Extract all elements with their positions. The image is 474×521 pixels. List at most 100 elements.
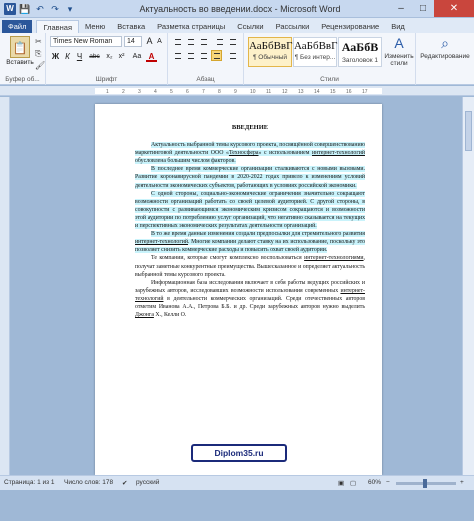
ruler-tick: 14: [314, 89, 320, 95]
tab-insert[interactable]: Вставка: [111, 20, 151, 33]
minimize-button[interactable]: –: [390, 0, 412, 17]
tab-file[interactable]: Файл: [2, 20, 33, 33]
editing-button[interactable]: ⌕ Редактирование: [420, 35, 470, 60]
styles-group: АаБбВвГ ¶ Обычный АаБбВвГ ¶ Без интер...…: [244, 33, 416, 85]
style-heading-1[interactable]: АаБбВ Заголовок 1: [338, 37, 382, 67]
style-normal-preview: АаБбВвГ: [249, 40, 293, 52]
scrollbar-thumb[interactable]: [465, 111, 472, 151]
p1-part-c: обусловлена большим числом факторов.: [135, 158, 236, 165]
bold-button[interactable]: Ж: [50, 51, 61, 62]
increase-indent-icon[interactable]: [227, 36, 238, 47]
tab-page-layout[interactable]: Разметка страницы: [151, 20, 231, 33]
strikethrough-button[interactable]: abc: [87, 51, 102, 62]
paragraph-3: С одной стороны, социально-экономические…: [135, 190, 365, 230]
bullets-icon[interactable]: [172, 36, 183, 47]
numbering-glyph: [188, 39, 194, 45]
change-case-button[interactable]: Аа: [130, 51, 144, 62]
zoom-in-button[interactable]: +: [460, 479, 464, 486]
ruler-tick: 5: [170, 89, 173, 95]
close-button[interactable]: ✕: [434, 0, 474, 17]
align-right-icon[interactable]: [198, 50, 209, 61]
justify-icon[interactable]: [211, 50, 222, 61]
paragraph-6: Информационная база исследования включае…: [135, 279, 365, 319]
word-logo-icon[interactable]: W: [4, 3, 16, 15]
view-full-screen-icon[interactable]: ▢: [350, 479, 356, 487]
align-left-icon[interactable]: [172, 50, 183, 61]
style-normal[interactable]: АаБбВвГ ¶ Обычный: [248, 37, 292, 67]
paste-button[interactable]: 📋 Вставить: [6, 36, 34, 66]
p5-part-a: Те компании, которые смогут комплексно в…: [151, 255, 305, 262]
align-center-icon[interactable]: [185, 50, 196, 61]
zoom-out-button[interactable]: −: [386, 479, 390, 486]
horizontal-ruler[interactable]: 1 2 3 4 5 6 7 8 9 10 11 12 13 14 15 16 17: [0, 86, 474, 96]
copy-icon[interactable]: ⎘: [35, 49, 41, 59]
multilevel-list-icon[interactable]: [198, 36, 209, 47]
change-styles-button[interactable]: A Изменить стили: [383, 35, 415, 67]
zoom-slider-thumb[interactable]: [423, 479, 427, 488]
p4-part-a: В то же время данные изменения создали п…: [151, 231, 365, 238]
proofing-icon[interactable]: ✔: [122, 479, 127, 487]
font-name-combo[interactable]: Times New Roman: [50, 36, 122, 47]
redo-icon[interactable]: ↷: [49, 3, 61, 15]
p5-underlined-term: интернет-технологиями: [304, 255, 364, 262]
font-color-button[interactable]: A: [146, 51, 157, 62]
style-no-spacing[interactable]: АаБбВвГ ¶ Без интер...: [293, 37, 337, 67]
maximize-button[interactable]: □: [412, 0, 434, 17]
language-indicator[interactable]: русский: [136, 479, 159, 486]
tab-mailings[interactable]: Рассылки: [270, 20, 316, 33]
tab-review[interactable]: Рецензирование: [315, 20, 385, 33]
decrease-indent-glyph: [217, 39, 223, 45]
vertical-scrollbar[interactable]: [462, 97, 474, 475]
style-no-spacing-preview: АаБбВвГ: [294, 40, 338, 52]
shrink-font-icon[interactable]: A: [154, 36, 165, 47]
document-page[interactable]: ВВЕДЕНИЕ Актуальность выбранной темы кур…: [95, 104, 382, 475]
paragraph-group: Абзац: [168, 33, 244, 85]
paste-label: Вставить: [6, 59, 34, 66]
word-count[interactable]: Число слов: 178: [64, 479, 113, 486]
ribbon: 📋 Вставить ✂ ⎘ 🖌 Буфер об... Times New R…: [0, 33, 474, 85]
font-size-combo[interactable]: 14: [124, 36, 142, 47]
document-body[interactable]: ВВЕДЕНИЕ Актуальность выбранной темы кур…: [135, 124, 365, 319]
superscript-button[interactable]: x²: [116, 51, 127, 62]
tab-view[interactable]: Вид: [385, 20, 411, 33]
view-print-layout-icon[interactable]: ▣: [338, 479, 344, 487]
format-painter-icon[interactable]: 🖌: [35, 61, 45, 70]
paragraph-4: В то же время данные изменения создали п…: [135, 230, 365, 254]
change-styles-label: Изменить стили: [384, 53, 414, 67]
customize-qat-icon[interactable]: ▾: [64, 3, 76, 15]
subscript-button[interactable]: x₂: [104, 51, 115, 62]
save-icon[interactable]: 💾: [19, 3, 31, 15]
tab-home[interactable]: Главная: [36, 20, 79, 33]
p1-underlined-company: Техносфера: [228, 150, 259, 157]
ruler-tick: 10: [250, 89, 256, 95]
p6-part-b: в деятельности коммерческих организаций.…: [135, 295, 365, 310]
status-bar: Страница: 1 из 1 Число слов: 178 ✔ русск…: [0, 475, 474, 490]
ribbon-tabs: Файл Главная Меню Вставка Разметка стран…: [0, 18, 474, 33]
underline-button[interactable]: Ч: [74, 51, 85, 62]
italic-button[interactable]: К: [62, 51, 73, 62]
ruler-tick: 12: [282, 89, 288, 95]
paragraph-2: В последнее время коммерческие организац…: [135, 165, 365, 189]
window-title: Актуальность во введении.docx - Microsof…: [139, 4, 341, 14]
p6-part-c: Х., Келли О.: [153, 312, 187, 319]
decrease-indent-icon[interactable]: [214, 36, 225, 47]
cut-icon[interactable]: ✂: [35, 37, 42, 46]
paragraph-1-text: Актуальность выбранной темы курсового пр…: [135, 142, 365, 165]
line-spacing-icon[interactable]: [227, 50, 238, 61]
p6-part-a: Информационная база исследования включае…: [135, 279, 365, 294]
vertical-ruler[interactable]: [0, 97, 10, 475]
page-count[interactable]: Страница: 1 из 1: [4, 479, 55, 486]
font-group: Times New Roman 14 A A Ж К Ч abc x₂ x² А…: [46, 33, 168, 85]
undo-icon[interactable]: ↶: [34, 3, 46, 15]
paragraph-5: Те компании, которые смогут комплексно в…: [135, 254, 365, 278]
style-heading-name: Заголовок 1: [342, 57, 378, 64]
ruler-tick: 6: [186, 89, 189, 95]
numbering-icon[interactable]: [185, 36, 196, 47]
style-no-spacing-name: ¶ Без интер...: [294, 54, 336, 61]
style-normal-name: ¶ Обычный: [252, 54, 288, 61]
zoom-level[interactable]: 60%: [368, 479, 381, 486]
tab-references[interactable]: Ссылки: [231, 20, 269, 33]
align-center-glyph: [188, 53, 194, 59]
increase-indent-glyph: [230, 39, 236, 45]
tab-menu[interactable]: Меню: [79, 20, 111, 33]
